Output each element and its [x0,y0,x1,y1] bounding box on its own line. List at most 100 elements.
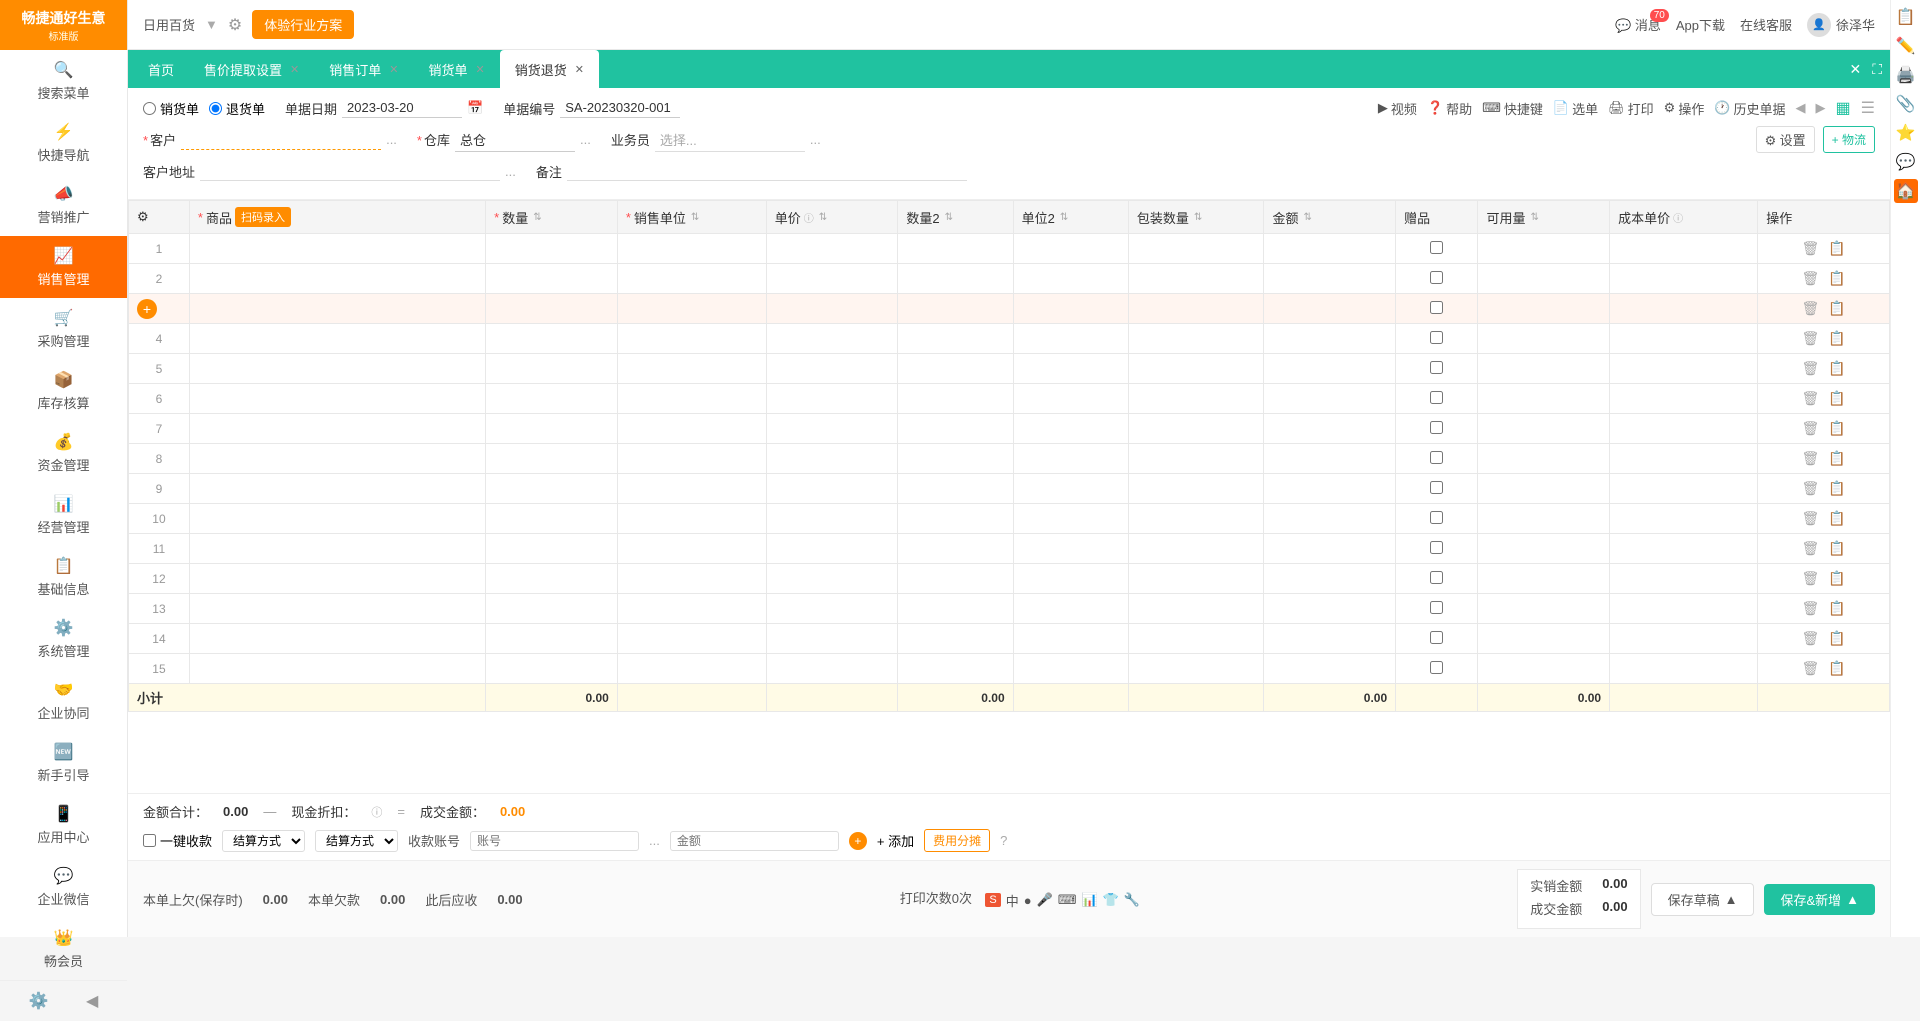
discount-info-icon[interactable]: ⓘ [371,804,382,820]
sidebar-item-marketing[interactable]: 📣 营销推广 [0,174,127,236]
copy-btn[interactable]: 📋 [1826,388,1847,409]
message-badge[interactable]: 💬 70 消息 [1615,15,1661,34]
copy-btn[interactable]: 📋 [1826,268,1847,289]
delete-btn[interactable]: 🗑 [1800,658,1822,679]
th-settings[interactable]: ⚙ [129,201,190,234]
tab-close-icon[interactable]: ✕ [476,63,485,76]
right-panel-btn-1[interactable]: 📋 [1894,5,1918,29]
amount-input[interactable] [670,831,839,851]
customer-more-icon[interactable]: ... [386,132,397,147]
one-click-pay-checkbox[interactable]: 一键收款 [143,831,212,850]
tab-close-icon[interactable]: ✕ [290,63,299,76]
delete-btn[interactable]: 🗑 [1800,238,1822,259]
tab-close-icon[interactable]: ✕ [575,63,584,76]
sales-unit-cell[interactable] [617,264,766,294]
select-link[interactable]: 📄 选单 [1553,99,1598,118]
qty-cell[interactable] [486,294,618,324]
delete-btn[interactable]: 🗑 [1800,448,1822,469]
delete-btn[interactable]: 🗑 [1800,418,1822,439]
available-cell[interactable] [1478,234,1610,264]
delete-btn[interactable]: 🗑 [1800,568,1822,589]
sidebar-item-app-center[interactable]: 📱 应用中心 [0,794,127,856]
tool-icon-5[interactable]: 📊 [1082,892,1098,908]
gift-cell[interactable] [1396,234,1478,264]
cost-unit-cell[interactable] [1610,234,1758,264]
sidebar-item-sales[interactable]: 📈 销售管理 [0,236,127,298]
gift-checkbox[interactable] [1430,481,1443,494]
copy-btn[interactable]: 📋 [1826,238,1847,259]
account-input[interactable] [470,831,639,851]
tab-sales-order[interactable]: 销售订单 ✕ [314,50,413,88]
split-cost-btn[interactable]: 费用分摊 [924,829,990,852]
scan-input-btn[interactable]: 扫码录入 [235,207,291,227]
right-panel-btn-4[interactable]: 📎 [1894,92,1918,116]
right-panel-btn-2[interactable]: ✏️ [1894,34,1918,58]
calc-method-select[interactable]: 结算方式 [315,830,398,852]
sales-unit-cell[interactable] [617,234,766,264]
settings-icon[interactable]: ⚙️ [29,991,49,1011]
print-link[interactable]: 🖨 打印 [1608,99,1654,118]
qty-cell[interactable] [486,234,618,264]
gift-checkbox[interactable] [1430,541,1443,554]
gift-cell[interactable] [1396,264,1478,294]
gift-checkbox[interactable] [1430,661,1443,674]
tab-close-icon[interactable]: ✕ [389,63,398,76]
sidebar-item-new-guide[interactable]: 🆕 新手引导 [0,732,127,794]
warehouse-input[interactable]: 总仓 [455,128,575,152]
right-panel-btn-3[interactable]: 🖨️ [1894,63,1918,87]
tab-close-all-btn[interactable]: ✕ [1846,58,1864,81]
warehouse-more-icon[interactable]: ... [580,132,591,147]
calendar-icon[interactable]: 📅 [467,100,483,116]
amount-cell[interactable] [1264,294,1396,324]
history-link[interactable]: 🕐 历史单据 [1714,99,1785,118]
radio-input-return[interactable] [209,102,222,115]
gift-checkbox[interactable] [1430,361,1443,374]
sort-icon[interactable]: ⇅ [1530,212,1538,223]
tab-sales-return[interactable]: 销货退货 ✕ [500,50,599,88]
gift-checkbox[interactable] [1430,301,1443,314]
video-link[interactable]: ▶ 视频 [1378,99,1417,118]
unit-price-cell[interactable] [766,234,898,264]
sidebar-item-quick-nav[interactable]: ⚡ 快捷导航 [0,112,127,174]
collapse-icon[interactable]: ◀ [86,991,98,1011]
copy-btn[interactable]: 📋 [1826,328,1847,349]
save-draft-btn[interactable]: 保存草稿 ▲ [1651,883,1755,916]
app-download-link[interactable]: App下载 [1676,15,1725,34]
available-cell[interactable] [1478,294,1610,324]
radio-return[interactable]: 退货单 [209,99,265,118]
shortcut-link[interactable]: ⌨ 快捷键 [1482,99,1543,118]
tab-price-setting[interactable]: 售价提取设置 ✕ [189,50,314,88]
gift-checkbox[interactable] [1430,331,1443,344]
address-input[interactable] [200,161,500,181]
cost-unit-cell[interactable] [1610,294,1758,324]
gift-checkbox[interactable] [1430,571,1443,584]
sidebar-item-system[interactable]: ⚙️ 系统管理 [0,608,127,670]
right-panel-btn-7[interactable]: 🏠 [1894,179,1918,203]
delete-btn[interactable]: 🗑 [1800,328,1822,349]
tool-icon-3[interactable]: 🎤 [1037,892,1053,908]
sidebar-item-basic-info[interactable]: 📋 基础信息 [0,546,127,608]
sort-icon[interactable]: ⇅ [1060,212,1068,223]
tool-icon-1[interactable]: 中 [1006,891,1019,910]
delete-btn[interactable]: 🗑 [1800,538,1822,559]
help-link[interactable]: ❓ 帮助 [1427,99,1472,118]
right-panel-btn-5[interactable]: ⭐ [1894,121,1918,145]
copy-btn[interactable]: 📋 [1826,478,1847,499]
sidebar-item-wechat[interactable]: 💬 企业微信 [0,856,127,918]
split-question-icon[interactable]: ? [1000,833,1007,848]
product-input-active[interactable] [198,301,477,316]
grid-view-icon[interactable]: ▦ [1836,98,1851,118]
qty2-cell[interactable] [898,264,1013,294]
sidebar-item-finance[interactable]: 💰 资金管理 [0,422,127,484]
sidebar-item-purchase[interactable]: 🛒 采购管理 [0,298,127,360]
gift-checkbox[interactable] [1430,241,1443,254]
add-row-btn[interactable]: + [137,299,157,319]
delete-btn[interactable]: 🗑 [1800,508,1822,529]
dropdown-icon[interactable]: ▼ [205,17,218,32]
pkg-qty-cell[interactable] [1128,264,1264,294]
user-menu[interactable]: 👤 徐泽华 [1807,13,1875,37]
unit2-cell[interactable] [1013,234,1128,264]
gift-checkbox[interactable] [1430,271,1443,284]
gift-checkbox[interactable] [1430,511,1443,524]
nav-prev-icon[interactable]: ◀ [1796,100,1806,116]
